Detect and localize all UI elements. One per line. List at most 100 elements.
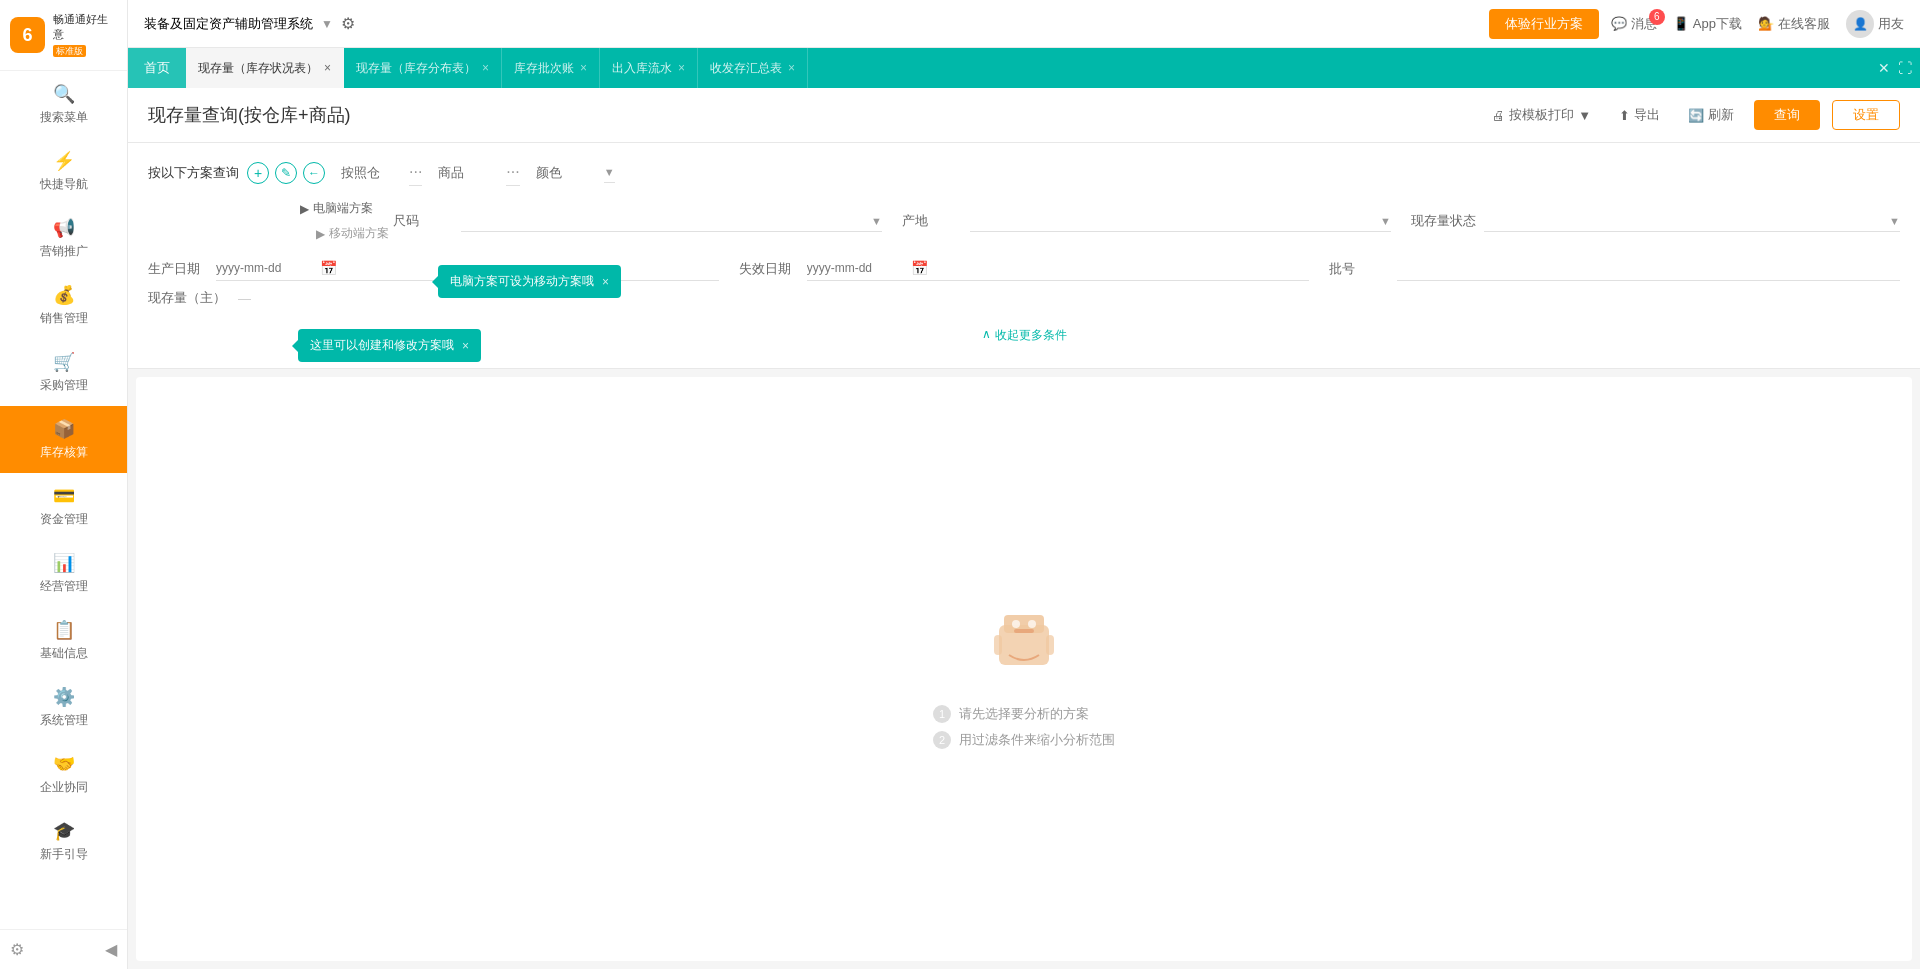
export-label: 导出 xyxy=(1634,106,1660,124)
system-icon: ⚙️ xyxy=(53,686,75,708)
filter-field-origin: 产地 ▼ xyxy=(902,211,1391,232)
tab-close-all-icon[interactable]: ✕ xyxy=(1878,60,1890,76)
tab-batch-account-label: 库存批次账 xyxy=(514,60,574,77)
filter-label: 按以下方案查询 + ✎ ← xyxy=(148,162,325,184)
tab-inventory-status[interactable]: 现存量（库存状况表） × xyxy=(186,48,344,88)
guide-icon: 🎓 xyxy=(53,820,75,842)
page-content: 现存量查询(按仓库+商品) 🖨 按模板打印 ▼ ⬆ 导出 🔄 刷新 查询 设置 xyxy=(128,88,1920,969)
back-scheme-btn[interactable]: ← xyxy=(303,162,325,184)
filter-field-goods: 商品 ··· xyxy=(438,159,519,186)
tab-recv-send-summary-close[interactable]: × xyxy=(788,61,795,75)
exp-date-start-input[interactable] xyxy=(807,261,907,275)
scheme-tooltip-text: 电脑方案可设为移动方案哦 xyxy=(450,273,594,290)
scheme-item-pc[interactable]: ▶ 电脑端方案 xyxy=(296,198,393,219)
filter-field-inv-status: 现存量状态 ▼ xyxy=(1411,211,1900,232)
sidebar-item-finance[interactable]: 💳 资金管理 xyxy=(0,473,127,540)
scheme-list: ▶ 电脑端方案 ▶ 移动端方案 xyxy=(296,198,393,244)
purchase-icon: 🛒 xyxy=(53,351,75,373)
settings-bottom-icon[interactable]: ⚙ xyxy=(10,940,24,959)
size-select[interactable]: ▼ xyxy=(461,211,882,232)
sidebar-item-system[interactable]: ⚙️ 系统管理 xyxy=(0,674,127,741)
prod-date-calendar-icon[interactable]: 📅 xyxy=(320,260,337,276)
app-download-item[interactable]: 📱 App下载 xyxy=(1673,15,1742,33)
collapse-sidebar-icon[interactable]: ◀ xyxy=(105,940,117,959)
color-chevron: ▼ xyxy=(604,166,615,178)
edit-tooltip-text: 这里可以创建和修改方案哦 xyxy=(310,337,454,354)
batch-input[interactable] xyxy=(1397,257,1900,281)
warehouse-select[interactable]: ··· xyxy=(409,159,422,186)
reset-button[interactable]: 设置 xyxy=(1832,100,1900,130)
refresh-label: 刷新 xyxy=(1708,106,1734,124)
sidebar-item-basic[interactable]: 📋 基础信息 xyxy=(0,607,127,674)
inv-status-select[interactable]: ▼ xyxy=(1484,211,1900,232)
tab-in-out-flow[interactable]: 出入库流水 × xyxy=(600,48,698,88)
tab-recv-send-summary[interactable]: 收发存汇总表 × xyxy=(698,48,808,88)
logo-text: 畅通通好生意 标准版 xyxy=(53,12,117,58)
edit-tooltip-close[interactable]: × xyxy=(462,339,469,353)
filter-area: 按以下方案查询 + ✎ ← 按照仓 ··· xyxy=(128,143,1920,369)
exp-date-calendar-icon[interactable]: 📅 xyxy=(911,260,928,276)
refresh-btn[interactable]: 🔄 刷新 xyxy=(1680,102,1742,128)
online-service-item[interactable]: 💁 在线客服 xyxy=(1758,15,1830,33)
sidebar-menu: 🔍 搜索菜单 ⚡ 快捷导航 📢 营销推广 💰 销售管理 🛒 采购管理 📦 库存核… xyxy=(0,71,127,929)
notification-count: 6 xyxy=(1649,9,1665,25)
svg-point-2 xyxy=(1012,620,1020,628)
prod-date-start-input[interactable] xyxy=(216,261,316,275)
tab-batch-account[interactable]: 库存批次账 × xyxy=(502,48,600,88)
template-print-btn[interactable]: 🖨 按模板打印 ▼ xyxy=(1484,102,1599,128)
filter-field-inv-qty: 现存量（主） — xyxy=(148,289,255,307)
sidebar-item-enterprise[interactable]: 🤝 企业协同 xyxy=(0,741,127,808)
sidebar-item-search[interactable]: 🔍 搜索菜单 xyxy=(0,71,127,138)
tab-inventory-status-label: 现存量（库存状况表） xyxy=(198,60,318,77)
notification-item[interactable]: 💬 消息 6 xyxy=(1611,15,1657,33)
color-label: 颜色 xyxy=(536,164,596,182)
tab-actions: ✕ ⛶ xyxy=(1870,48,1920,88)
sidebar-item-purchase[interactable]: 🛒 采购管理 xyxy=(0,339,127,406)
scheme-item-mobile[interactable]: ▶ 移动端方案 xyxy=(312,223,393,244)
sidebar-item-inventory[interactable]: 📦 库存核算 xyxy=(0,406,127,473)
sidebar-item-operations[interactable]: 📊 经营管理 xyxy=(0,540,127,607)
topbar-system: 装备及固定资产辅助管理系统 ▼ ⚙ xyxy=(144,14,1477,33)
topbar-settings-icon[interactable]: ⚙ xyxy=(341,14,355,33)
sidebar: 6 畅通通好生意 标准版 🔍 搜索菜单 ⚡ 快捷导航 📢 营销推广 💰 销售管理… xyxy=(0,0,128,969)
experience-btn[interactable]: 体验行业方案 xyxy=(1489,9,1599,39)
sidebar-item-search-label: 搜索菜单 xyxy=(40,109,88,126)
warehouse-label: 按照仓 xyxy=(341,164,401,182)
tab-maximize-icon[interactable]: ⛶ xyxy=(1898,60,1912,76)
filter-field-color: 颜色 ▼ xyxy=(536,162,615,183)
export-btn[interactable]: ⬆ 导出 xyxy=(1611,102,1668,128)
sidebar-item-quick-nav[interactable]: ⚡ 快捷导航 xyxy=(0,138,127,205)
topbar-right: 💬 消息 6 📱 App下载 💁 在线客服 👤 用友 xyxy=(1611,10,1904,38)
goods-select[interactable]: ··· xyxy=(506,159,519,186)
add-scheme-btn[interactable]: + xyxy=(247,162,269,184)
sidebar-item-sales[interactable]: 💰 销售管理 xyxy=(0,272,127,339)
exp-date-input-wrap: 📅 xyxy=(807,256,1310,281)
collapse-label: 收起更多条件 xyxy=(995,327,1067,344)
sidebar-item-inventory-label: 库存核算 xyxy=(40,444,88,461)
origin-select[interactable]: ▼ xyxy=(970,211,1391,232)
empty-illustration xyxy=(974,585,1074,685)
size-label: 尺码 xyxy=(393,212,453,230)
tab-inventory-dist[interactable]: 现存量（库存分布表） × xyxy=(344,48,502,88)
logo: 6 畅通通好生意 标准版 xyxy=(0,0,127,71)
filter-scheme-actions: + ✎ ← xyxy=(247,162,325,184)
tab-in-out-flow-close[interactable]: × xyxy=(678,61,685,75)
color-select[interactable]: ▼ xyxy=(604,162,615,183)
tab-inventory-status-close[interactable]: × xyxy=(324,61,331,75)
scheme-tooltip-close[interactable]: × xyxy=(602,275,609,289)
tab-batch-account-close[interactable]: × xyxy=(580,61,587,75)
tab-inventory-dist-close[interactable]: × xyxy=(482,61,489,75)
sidebar-bottom: ⚙ ◀ xyxy=(0,929,127,969)
tab-home[interactable]: 首页 xyxy=(128,48,186,88)
online-service-label: 在线客服 xyxy=(1778,15,1830,33)
system-dropdown-icon[interactable]: ▼ xyxy=(321,17,333,31)
user-item[interactable]: 👤 用友 xyxy=(1846,10,1904,38)
batch-label: 批号 xyxy=(1329,260,1389,278)
inv-qty-label: 现存量（主） xyxy=(148,289,226,307)
query-button[interactable]: 查询 xyxy=(1754,100,1820,130)
sidebar-item-guide[interactable]: 🎓 新手引导 xyxy=(0,808,127,875)
page-actions: 🖨 按模板打印 ▼ ⬆ 导出 🔄 刷新 查询 设置 xyxy=(1484,100,1900,130)
tip-item-1: 1 请先选择要分析的方案 xyxy=(933,701,1115,727)
sidebar-item-marketing[interactable]: 📢 营销推广 xyxy=(0,205,127,272)
edit-scheme-btn[interactable]: ✎ xyxy=(275,162,297,184)
